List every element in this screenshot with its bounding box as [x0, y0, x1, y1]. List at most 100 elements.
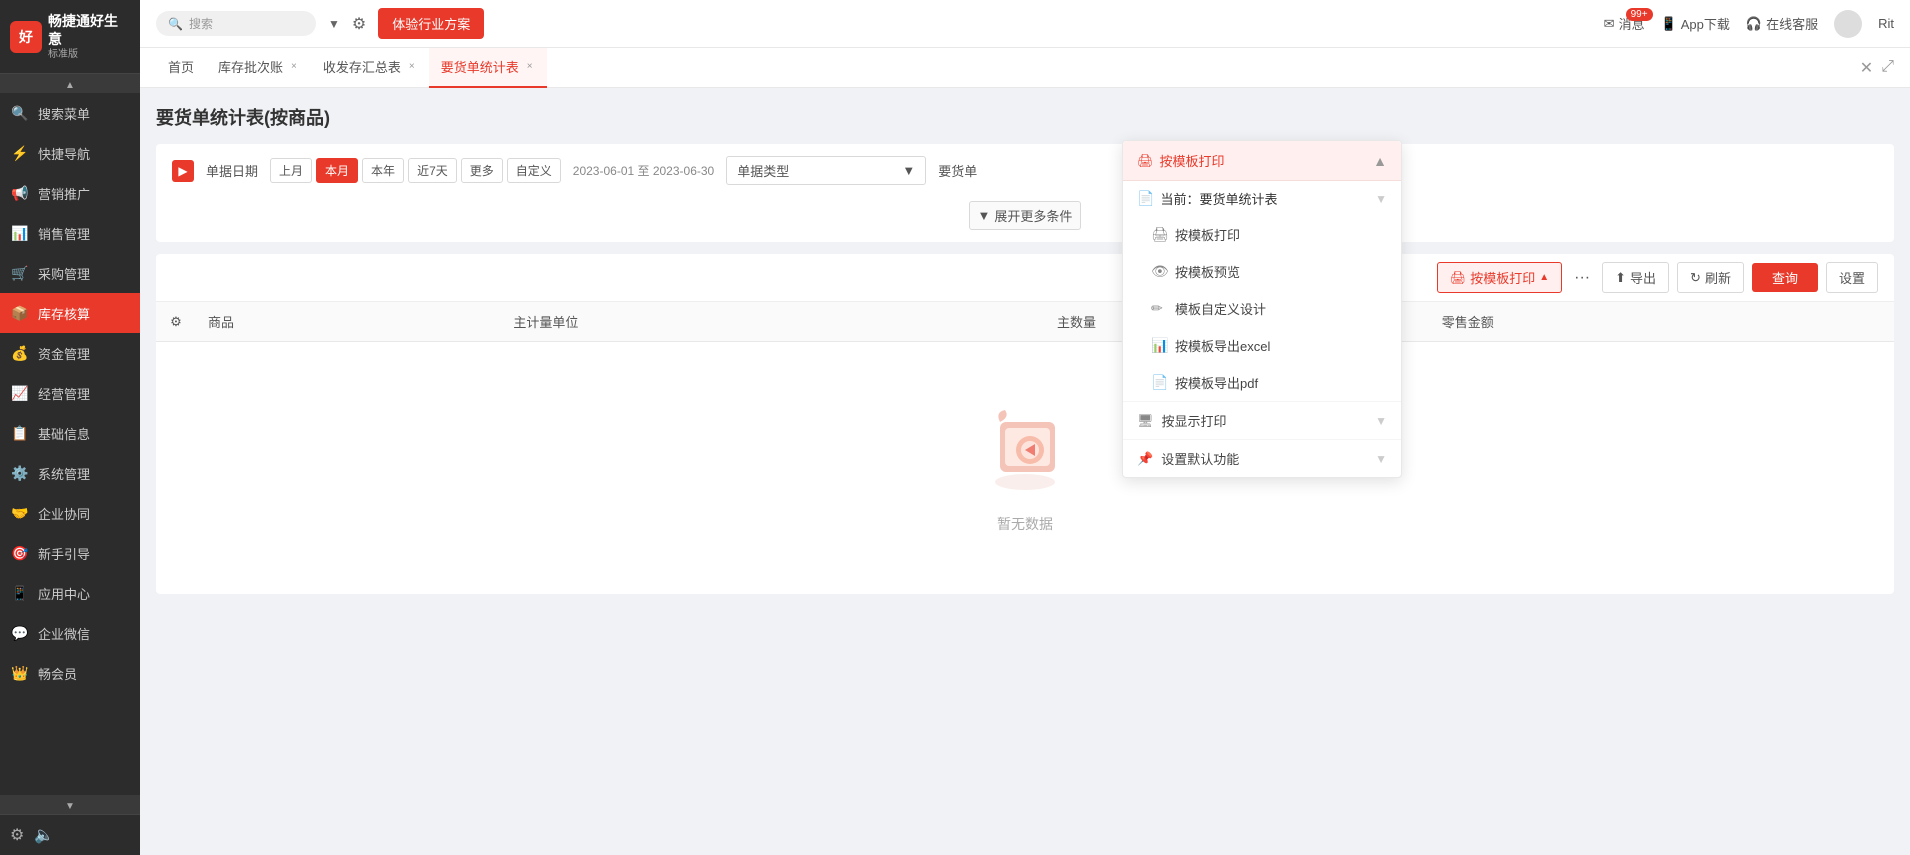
tabs-window-buttons: ✕ ⤢: [1860, 58, 1894, 78]
doc-type-select[interactable]: 单据类型 ▼: [726, 156, 926, 185]
online-service-icon: 🎧: [1746, 16, 1762, 32]
sidebar-scroll-up[interactable]: ▲: [0, 74, 140, 93]
settings-button[interactable]: 设置: [1826, 262, 1878, 293]
sales-icon: 📊: [10, 223, 30, 243]
inventory-icon: 📦: [10, 303, 30, 323]
display-print-label: 按显示打印: [1162, 411, 1227, 430]
sidebar-scroll-down[interactable]: ▼: [0, 795, 140, 814]
purchase-icon: 🛒: [10, 263, 30, 283]
member-icon: 👑: [10, 663, 30, 683]
sidebar-item-marketing[interactable]: 📢 营销推广: [0, 173, 140, 213]
topbar-dropdown-arrow[interactable]: ▼: [328, 17, 340, 31]
app-download-button[interactable]: 📱 App下载: [1661, 14, 1730, 33]
tab-receipt-close[interactable]: ×: [407, 60, 417, 73]
data-table-container: ⚙ 商品 主计量单位 主数量 零售金额: [156, 302, 1894, 594]
print-icon: 🖨: [1450, 270, 1467, 286]
order-filter-label: 要货单: [938, 161, 977, 180]
appcenter-icon: 📱: [10, 583, 30, 603]
date-more[interactable]: 更多: [461, 158, 503, 183]
set-default-arrow: ▼: [1375, 452, 1387, 466]
print-button[interactable]: 🖨 按模板打印 ▲: [1437, 262, 1562, 293]
sidebar-item-operations[interactable]: 📈 经营管理: [0, 373, 140, 413]
dropdown-item-template-print[interactable]: 🖨 按模板打印: [1123, 216, 1401, 253]
app-download-label: App下载: [1681, 14, 1730, 33]
logo-icon: 好: [10, 21, 42, 53]
basic-icon: 📋: [10, 423, 30, 443]
close-window-icon[interactable]: ✕: [1860, 58, 1873, 78]
date-current-month[interactable]: 本月: [316, 158, 358, 183]
dropdown-header: 🖨 按模板打印 ▲: [1123, 141, 1401, 181]
sidebar-item-enterprise[interactable]: 🤝 企业协同: [0, 493, 140, 533]
topbar-search-box[interactable]: 🔍 搜索: [156, 11, 316, 36]
online-service-button[interactable]: 🎧 在线客服: [1746, 14, 1818, 33]
dropdown-section-set-default[interactable]: 📌 设置默认功能 ▼: [1123, 439, 1401, 477]
sidebar-item-purchase[interactable]: 🛒 采购管理: [0, 253, 140, 293]
dropdown-item-export-pdf[interactable]: 📄 按模板导出pdf: [1123, 364, 1401, 401]
tab-order-stats-close[interactable]: ×: [525, 60, 535, 73]
set-default-icon: 📌: [1137, 451, 1153, 467]
topbar-gear-icon[interactable]: ⚙: [352, 14, 366, 34]
dropdown-close-button[interactable]: ▲: [1373, 153, 1387, 169]
date-current-year[interactable]: 本年: [362, 158, 404, 183]
expand-label: 展开更多条件: [994, 206, 1072, 225]
operations-icon: 📈: [10, 383, 30, 403]
settings-footer-icon[interactable]: ⚙: [10, 825, 24, 845]
sidebar-item-sales[interactable]: 📊 销售管理: [0, 213, 140, 253]
dropdown-item-template-design[interactable]: ✏ 模板自定义设计: [1123, 290, 1401, 327]
dropdown-item-template-preview[interactable]: 👁 按模板预览: [1123, 253, 1401, 290]
main-content: 🔍 搜索 ▼ ⚙ 体验行业方案 ✉ 消息 99+ 📱 App下载 🎧 在线客服 …: [140, 0, 1910, 855]
messages-button[interactable]: ✉ 消息 99+: [1604, 14, 1645, 33]
expand-window-icon[interactable]: ⤢: [1881, 58, 1894, 78]
audio-footer-icon[interactable]: 🔈: [34, 825, 54, 845]
col-settings[interactable]: ⚙: [156, 302, 196, 342]
sidebar-item-wechat[interactable]: 💬 企业微信: [0, 613, 140, 653]
sidebar-item-member[interactable]: 👑 畅会员: [0, 653, 140, 693]
template-design-label: 模板自定义设计: [1175, 299, 1266, 318]
tabs-bar: 首页 库存批次账 × 收发存汇总表 × 要货单统计表 × ✕ ⤢: [140, 48, 1910, 88]
date-custom[interactable]: 自定义: [507, 158, 561, 183]
tab-receipt-summary[interactable]: 收发存汇总表 ×: [311, 48, 429, 88]
query-button[interactable]: 查询: [1752, 263, 1818, 292]
export-pdf-label: 按模板导出pdf: [1175, 373, 1258, 392]
date-prev-month[interactable]: 上月: [270, 158, 312, 183]
tab-batch[interactable]: 库存批次账 ×: [206, 48, 311, 88]
tab-home[interactable]: 首页: [156, 48, 206, 88]
print-arrow-icon: ▲: [1539, 272, 1549, 283]
sidebar-item-search[interactable]: 🔍 搜索菜单: [0, 93, 140, 133]
dropdown-section-display-print[interactable]: 🖥 按显示打印 ▼: [1123, 401, 1401, 439]
dropdown-title-text: 按模板打印: [1160, 151, 1225, 170]
sidebar-item-inventory[interactable]: 📦 库存核算: [0, 293, 140, 333]
empty-icon: [975, 402, 1075, 502]
table-toolbar: 🖨 按模板打印 ▲ ··· ⬆ 导出 ↻ 刷新 查询 设置: [156, 254, 1894, 302]
page-title: 要货单统计表(按商品): [156, 104, 1894, 130]
dropdown-item-export-excel[interactable]: 📊 按模板导出excel: [1123, 327, 1401, 364]
date-last7[interactable]: 近7天: [408, 158, 457, 183]
filter-panel: ▶ 单据日期 上月 本月 本年 近7天 更多 自定义 2023-06-01 至 …: [156, 144, 1894, 242]
col-product: 商品: [196, 302, 501, 342]
dropdown-title: 🖨 按模板打印: [1137, 151, 1225, 170]
trial-button[interactable]: 体验行业方案: [378, 8, 484, 39]
sidebar-item-system[interactable]: ⚙️ 系统管理: [0, 453, 140, 493]
refresh-button[interactable]: ↻ 刷新: [1677, 262, 1744, 293]
display-print-left: 🖥 按显示打印: [1137, 411, 1227, 430]
sidebar-item-finance[interactable]: 💰 资金管理: [0, 333, 140, 373]
user-avatar[interactable]: [1834, 10, 1862, 38]
set-default-left: 📌 设置默认功能: [1137, 449, 1239, 468]
more-button[interactable]: ···: [1570, 265, 1594, 291]
template-preview-label: 按模板预览: [1175, 262, 1240, 281]
sidebar-item-quicknav[interactable]: ⚡ 快捷导航: [0, 133, 140, 173]
filter-expand-icon[interactable]: ▶: [172, 160, 194, 182]
tab-batch-close[interactable]: ×: [289, 60, 299, 73]
tab-home-label: 首页: [168, 57, 194, 76]
sidebar-item-newguide[interactable]: 🎯 新手引导: [0, 533, 140, 573]
export-button[interactable]: ⬆ 导出: [1602, 262, 1669, 293]
print-dropdown-menu: 🖨 按模板打印 ▲ 📄 当前：要货单统计表 ▼ 🖨 按模板打印 👁 按模板预览 …: [1122, 140, 1402, 478]
sidebar-item-basic[interactable]: 📋 基础信息: [0, 413, 140, 453]
filter-row-1: ▶ 单据日期 上月 本月 本年 近7天 更多 自定义 2023-06-01 至 …: [172, 156, 1878, 185]
sidebar-footer: ⚙ 🔈: [0, 814, 140, 855]
expand-more-btn[interactable]: ▼ 展开更多条件: [969, 201, 1082, 230]
search-nav-icon: 🔍: [10, 103, 30, 123]
empty-message: 暂无数据: [997, 514, 1053, 534]
sidebar-item-appcenter[interactable]: 📱 应用中心: [0, 573, 140, 613]
tab-order-stats[interactable]: 要货单统计表 ×: [429, 48, 547, 88]
